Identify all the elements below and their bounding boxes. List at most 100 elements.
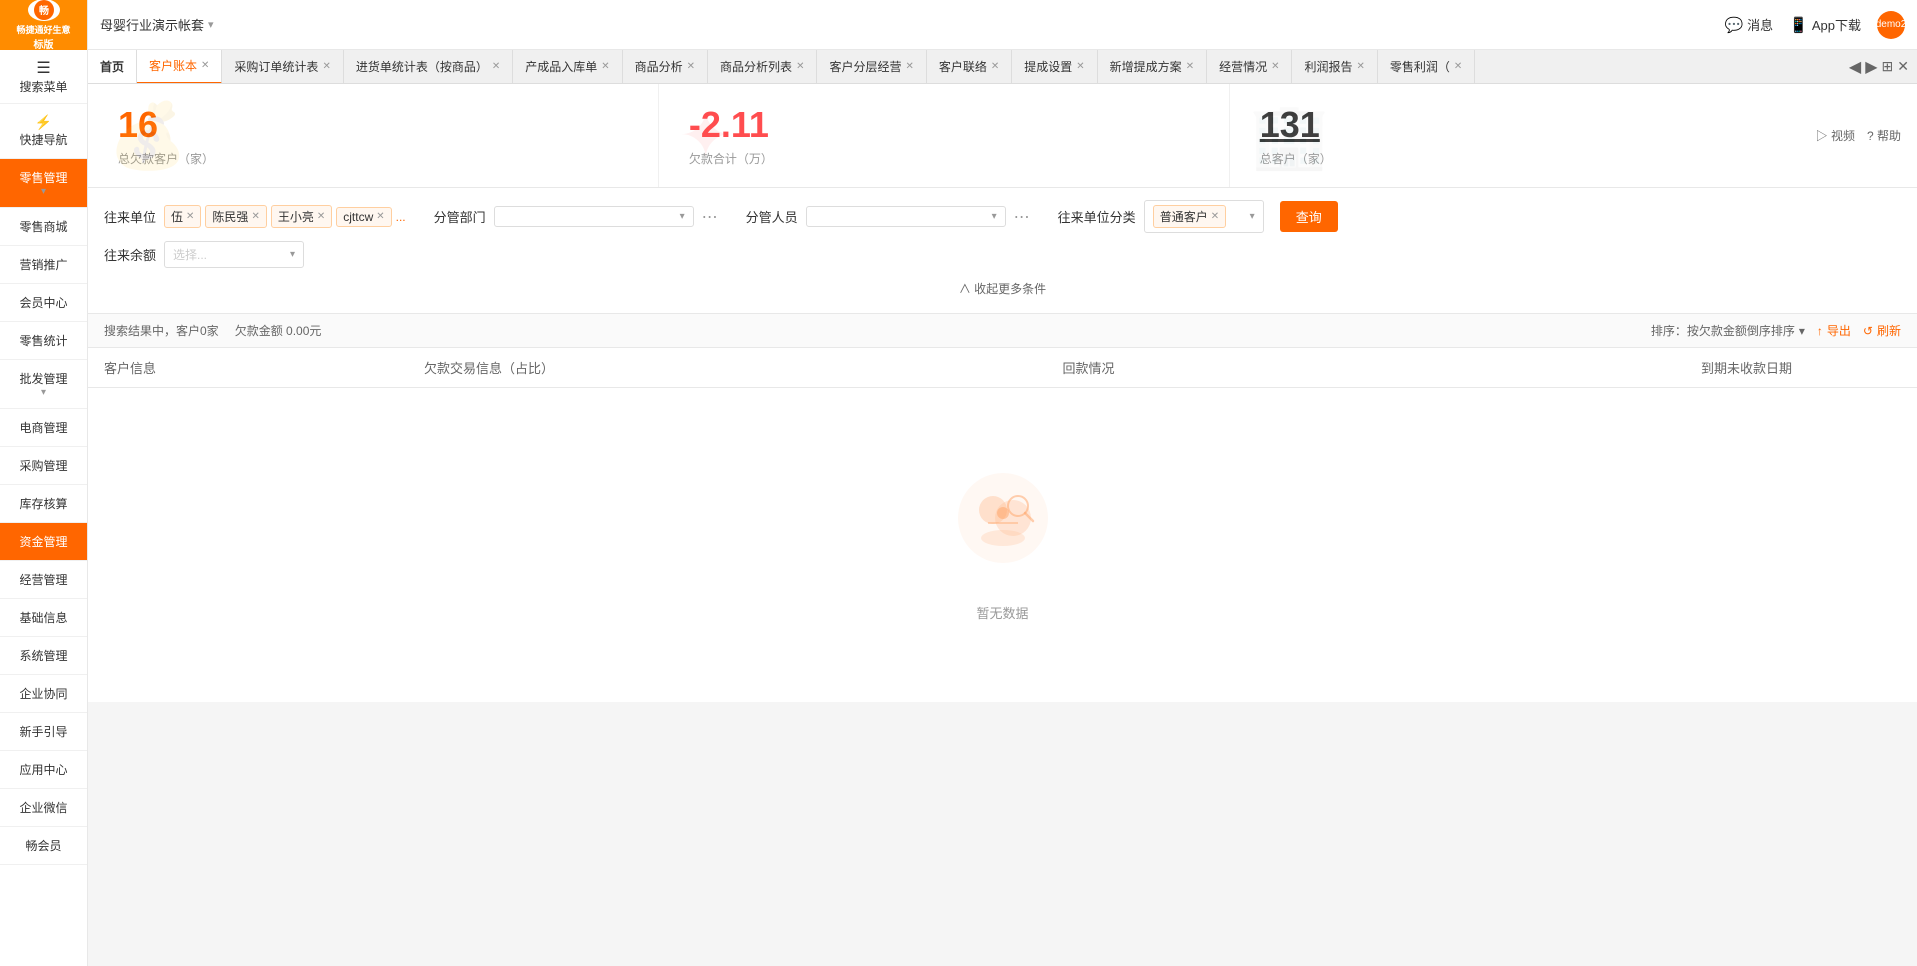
sidebar-item-app-center[interactable]: 应用中心 [0, 751, 87, 789]
sidebar-item-retail-mgmt[interactable]: 零售管理 ▾ [0, 159, 87, 208]
dept-filter-label: 分管部门 [434, 207, 486, 226]
tab-close-goods-analysis[interactable]: ✕ [687, 61, 695, 72]
logo-sub: 标版 [34, 36, 54, 51]
tab-customer-contact[interactable]: 客户联络 ✕ [927, 50, 1012, 84]
person-selector[interactable]: ▾ [806, 206, 1006, 227]
tab-goods-analysis[interactable]: 商品分析 ✕ [623, 50, 708, 84]
person-more-icon[interactable]: ⋯ [1014, 207, 1030, 227]
sidebar-item-retail-stats[interactable]: 零售统计 [0, 322, 87, 360]
category-selector[interactable]: 普通客户 ✕ ▾ [1144, 200, 1264, 233]
phone-icon: 📱 [1789, 16, 1808, 34]
filter-tag-wu[interactable]: 伍 ✕ [164, 205, 201, 228]
filter-tag-chen[interactable]: 陈民强 ✕ [205, 205, 266, 228]
dept-selector[interactable]: ▾ [494, 206, 694, 227]
sidebar-item-search-menu[interactable]: ☰ 搜索菜单 [0, 50, 87, 104]
tab-operation-status[interactable]: 经营情况 ✕ [1207, 50, 1292, 84]
filter-more-btn[interactable]: ... [396, 210, 406, 224]
query-button[interactable]: 查询 [1280, 201, 1338, 232]
tab-close-customer-seg[interactable]: ✕ [905, 61, 913, 72]
tab-close-purchase-stats[interactable]: ✕ [322, 61, 330, 72]
tab-prev-icon[interactable]: ◀ [1849, 57, 1861, 77]
sidebar-item-operation[interactable]: 经营管理 [0, 561, 87, 599]
tab-retail-profit[interactable]: 零售利润（ ✕ [1378, 50, 1475, 84]
sidebar-item-purchase[interactable]: 采购管理 [0, 447, 87, 485]
tab-close-operation-status[interactable]: ✕ [1271, 61, 1279, 72]
sidebar-item-vip-member[interactable]: 畅会员 [0, 827, 87, 865]
export-btn[interactable]: ↑ 导出 [1817, 322, 1851, 339]
tag-close-cjttcw[interactable]: ✕ [376, 211, 384, 222]
sidebar-item-corp-coop[interactable]: 企业协同 [0, 675, 87, 713]
sidebar-item-member[interactable]: 会员中心 [0, 284, 87, 322]
dept-more-icon[interactable]: ⋯ [702, 207, 718, 227]
tab-close-retail-profit[interactable]: ✕ [1454, 61, 1462, 72]
tab-profit-report[interactable]: 利润报告 ✕ [1292, 50, 1377, 84]
tab-home[interactable]: 首页 [88, 50, 137, 84]
category-tag-close[interactable]: ✕ [1211, 211, 1219, 222]
result-bar: 搜索结果中，客户0家 欠款金额 0.00元 排序：按欠款金额倒序排序 ▾ ↑ 导… [88, 314, 1917, 348]
balance-filter-label: 往来余额 [104, 245, 156, 264]
sort-btn[interactable]: 排序：按欠款金额倒序排序 ▾ [1651, 322, 1805, 339]
tabbar: 首页 客户账本 ✕ 采购订单统计表 ✕ 进货单统计表（按商品） ✕ 产成品入库单… [88, 50, 1917, 84]
video-btn[interactable]: ▷ 视频 [1816, 127, 1855, 144]
tab-close-goods-list[interactable]: ✕ [796, 61, 804, 72]
sidebar-item-inventory[interactable]: 库存核算 [0, 485, 87, 523]
sidebar-item-sys-mgmt[interactable]: 系统管理 [0, 637, 87, 675]
tab-close-inbound-stats[interactable]: ✕ [492, 61, 500, 72]
avatar[interactable]: demo2 [1877, 11, 1905, 39]
tab-promotion-settings[interactable]: 提成设置 ✕ [1012, 50, 1097, 84]
app-download-btn[interactable]: 📱 App下载 [1789, 15, 1861, 34]
sidebar-item-retail-mall[interactable]: 零售商城 [0, 208, 87, 246]
tab-close-profit-report[interactable]: ✕ [1357, 61, 1365, 72]
sidebar-item-finance[interactable]: 资金管理 [0, 523, 87, 561]
refresh-btn[interactable]: ↺ 刷新 [1863, 322, 1901, 339]
tab-close-all-icon[interactable]: ✕ [1897, 58, 1909, 75]
collapse-btn[interactable]: ∧ 收起更多条件 [104, 276, 1901, 301]
tab-customer-seg[interactable]: 客户分层经营 ✕ [817, 50, 926, 84]
category-tag[interactable]: 普通客户 ✕ [1153, 205, 1226, 228]
tab-close-customer-capital[interactable]: ✕ [201, 60, 209, 71]
stat-debt-total: ✦ -2.11 欠款合计（万） [658, 84, 1229, 187]
sidebar-item-ecommerce[interactable]: 电商管理 [0, 409, 87, 447]
empty-state: 暂无数据 [88, 388, 1917, 702]
tab-customer-capital[interactable]: 客户账本 ✕ [137, 50, 222, 84]
person-filter-label: 分管人员 [746, 207, 798, 226]
sidebar-item-marketing[interactable]: 营销推广 [0, 246, 87, 284]
debt-customers-label: 总欠款客户（家） [118, 150, 628, 167]
tab-cost-inbound[interactable]: 产成品入库单 ✕ [513, 50, 622, 84]
filter-row-1: 往来单位 伍 ✕ 陈民强 ✕ 王小亮 ✕ cjttcw [104, 200, 1901, 233]
message-icon: 💬 [1724, 16, 1743, 34]
tab-goods-list[interactable]: 商品分析列表 ✕ [708, 50, 817, 84]
filter-tag-wang[interactable]: 王小亮 ✕ [271, 205, 332, 228]
tab-close-new-promotion[interactable]: ✕ [1186, 61, 1194, 72]
tab-inbound-stats[interactable]: 进货单统计表（按商品） ✕ [344, 50, 513, 84]
debt-summary: 欠款金额 0.00元 [235, 322, 322, 339]
help-btn[interactable]: ? 帮助 [1867, 127, 1901, 144]
message-btn[interactable]: 💬 消息 [1724, 15, 1773, 34]
category-dropdown-icon: ▾ [1250, 211, 1255, 222]
tab-next-icon[interactable]: ▶ [1865, 57, 1877, 77]
sidebar-item-batch-mgmt[interactable]: 批发管理 ▾ [0, 360, 87, 409]
tag-close-wu[interactable]: ✕ [186, 211, 194, 222]
stats-row: 💰 16 总欠款客户（家） ✦ -2.11 欠款合计（万） 🏢 131 总客户（… [88, 84, 1917, 188]
sidebar-item-new-guide[interactable]: 新手引导 [0, 713, 87, 751]
sidebar-item-corp-wechat[interactable]: 企业微信 [0, 789, 87, 827]
tag-close-chen[interactable]: ✕ [251, 211, 259, 222]
sidebar-item-quick-nav[interactable]: ⚡ 快捷导航 [0, 104, 87, 159]
col-header-repay: 回款情况 [1063, 358, 1702, 377]
stat-total-customers: 🏢 131 总客户（家） [1229, 84, 1800, 187]
tab-close-cost-inbound[interactable]: ✕ [601, 61, 609, 72]
account-selector[interactable]: 母婴行业演示帐套 ▾ [100, 15, 214, 34]
tab-new-promotion[interactable]: 新增提成方案 ✕ [1098, 50, 1207, 84]
total-customers-label: 总客户（家） [1260, 150, 1770, 167]
sidebar-item-basic-info[interactable]: 基础信息 [0, 599, 87, 637]
filter-tag-cjttcw[interactable]: cjttcw ✕ [336, 207, 391, 227]
tab-purchase-stats[interactable]: 采购订单统计表 ✕ [222, 50, 343, 84]
account-dropdown-icon[interactable]: ▾ [208, 18, 214, 31]
balance-selector[interactable]: 选择... ▾ [164, 241, 304, 268]
filter-tags: 伍 ✕ 陈民强 ✕ 王小亮 ✕ cjttcw ✕ ... [164, 205, 406, 228]
tab-expand-icon[interactable]: ⊞ [1882, 58, 1894, 75]
tag-close-wang[interactable]: ✕ [317, 211, 325, 222]
tab-close-customer-contact[interactable]: ✕ [991, 61, 999, 72]
tab-close-promotion-settings[interactable]: ✕ [1076, 61, 1084, 72]
topbar-right: 💬 消息 📱 App下载 demo2 [1724, 11, 1905, 39]
